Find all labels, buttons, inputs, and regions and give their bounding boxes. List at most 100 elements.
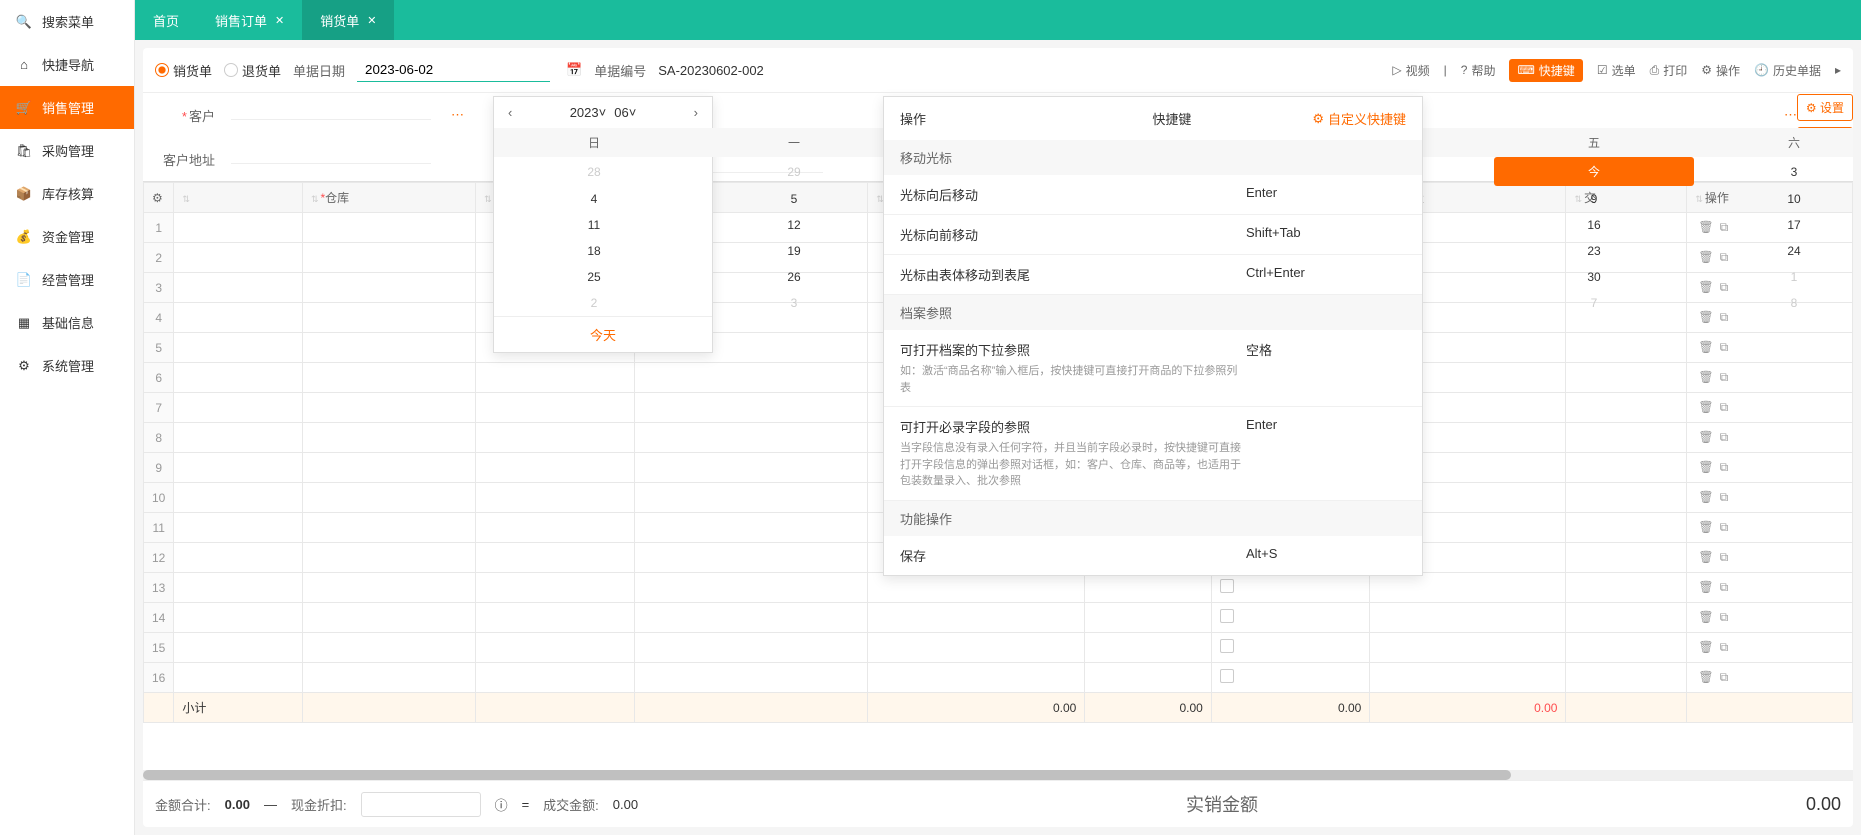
settings-button[interactable]: ⚙ 设置 (1797, 94, 1853, 121)
cell[interactable] (174, 513, 303, 543)
addr-input[interactable] (231, 155, 431, 164)
customer-more-icon[interactable]: ⋯ (447, 103, 468, 127)
delete-icon[interactable]: 🗑 (1698, 430, 1713, 444)
sidebar-item-gear[interactable]: ⚙系统管理 (0, 344, 134, 387)
more-icon[interactable]: ▸ (1835, 63, 1841, 77)
cal-day[interactable]: 10 (1694, 186, 1853, 212)
cell[interactable] (302, 333, 475, 363)
cal-day[interactable]: 30 (1494, 264, 1694, 290)
cell[interactable] (634, 603, 868, 633)
cal-day[interactable]: 11 (494, 212, 694, 238)
cell[interactable] (302, 633, 475, 663)
copy-icon[interactable]: ⧉ (1720, 340, 1729, 354)
help-button[interactable]: ? 帮助 (1461, 62, 1496, 79)
cell[interactable] (476, 633, 635, 663)
cell[interactable] (1566, 603, 1687, 633)
cell[interactable] (302, 363, 475, 393)
cal-day[interactable]: 29 (694, 157, 894, 186)
cell[interactable] (174, 273, 303, 303)
cell[interactable] (302, 483, 475, 513)
cell[interactable] (1566, 393, 1687, 423)
cell[interactable] (302, 273, 475, 303)
cell[interactable] (476, 363, 635, 393)
tab[interactable]: 销货单✕ (302, 0, 394, 40)
cal-day[interactable]: 16 (1494, 212, 1694, 238)
checkbox[interactable] (1220, 639, 1234, 653)
shortcut-button[interactable]: ⌨ 快捷键 (1509, 59, 1582, 82)
sidebar-item-money[interactable]: 💰资金管理 (0, 215, 134, 258)
cell[interactable] (1566, 333, 1687, 363)
gift-cell[interactable] (1211, 573, 1370, 603)
cell[interactable] (1566, 453, 1687, 483)
cal-day[interactable]: 5 (694, 186, 894, 212)
cal-year[interactable]: 2023˅ (570, 105, 607, 120)
cell[interactable] (1085, 663, 1212, 693)
delete-icon[interactable]: 🗑 (1698, 490, 1713, 504)
history-button[interactable]: 🕘 历史单据 (1754, 62, 1821, 79)
cell[interactable] (1085, 633, 1212, 663)
cell[interactable] (1085, 603, 1212, 633)
delete-icon[interactable]: 🗑 (1698, 610, 1713, 624)
cell[interactable] (302, 213, 475, 243)
cell[interactable] (302, 243, 475, 273)
cell[interactable] (1566, 543, 1687, 573)
delete-icon[interactable]: 🗑 (1698, 370, 1713, 384)
cell[interactable] (174, 633, 303, 663)
discount-input[interactable] (361, 792, 481, 817)
close-icon[interactable]: ✕ (275, 14, 284, 27)
cell[interactable] (634, 483, 868, 513)
cell[interactable] (174, 453, 303, 483)
copy-icon[interactable]: ⧉ (1720, 580, 1729, 594)
cell[interactable] (634, 543, 868, 573)
cell[interactable] (302, 573, 475, 603)
copy-icon[interactable]: ⧉ (1720, 640, 1729, 654)
cell[interactable] (174, 333, 303, 363)
cell[interactable] (476, 423, 635, 453)
copy-icon[interactable]: ⧉ (1720, 490, 1729, 504)
operate-button[interactable]: ⚙ 操作 (1701, 62, 1740, 79)
cal-day[interactable]: 3 (694, 290, 894, 316)
cell[interactable] (1370, 633, 1566, 663)
cell[interactable] (868, 663, 1085, 693)
cell[interactable] (476, 393, 635, 423)
copy-icon[interactable]: ⧉ (1720, 610, 1729, 624)
cell[interactable] (1370, 663, 1566, 693)
close-icon[interactable]: ✕ (367, 14, 376, 27)
cal-day[interactable]: 18 (494, 238, 694, 264)
delete-icon[interactable]: 🗑 (1698, 460, 1713, 474)
sidebar-item-bag[interactable]: 🛍采购管理 (0, 129, 134, 172)
cell[interactable] (476, 603, 635, 633)
cal-day[interactable]: 28 (494, 157, 694, 186)
cal-day[interactable]: 2 (494, 290, 694, 316)
cell[interactable] (476, 663, 635, 693)
cal-day[interactable]: 9 (1494, 186, 1694, 212)
customer-input[interactable] (231, 111, 431, 120)
sidebar-item-search[interactable]: 🔍搜索菜单 (0, 0, 134, 43)
table-row[interactable]: 14🗑⧉ (144, 603, 1853, 633)
cal-day[interactable]: 26 (694, 264, 894, 290)
cell[interactable] (1566, 633, 1687, 663)
cell[interactable] (174, 483, 303, 513)
cell[interactable] (1566, 363, 1687, 393)
cal-day[interactable]: 4 (494, 186, 694, 212)
print-button[interactable]: ⎙ 打印 (1650, 62, 1688, 79)
cell[interactable] (174, 543, 303, 573)
cal-day[interactable]: 1 (1694, 264, 1853, 290)
gift-cell[interactable] (1211, 633, 1370, 663)
cell[interactable] (1566, 663, 1687, 693)
cal-day[interactable]: 8 (1694, 290, 1853, 316)
cell[interactable] (1370, 603, 1566, 633)
cell[interactable] (302, 453, 475, 483)
cal-day[interactable]: 7 (1494, 290, 1694, 316)
cal-day[interactable]: 3 (1694, 157, 1853, 186)
cell[interactable] (1566, 513, 1687, 543)
cell[interactable] (634, 663, 868, 693)
date-input[interactable] (357, 58, 550, 82)
cell[interactable] (868, 603, 1085, 633)
tab[interactable]: 首页 (135, 0, 197, 40)
copy-icon[interactable]: ⧉ (1720, 370, 1729, 384)
delete-icon[interactable]: 🗑 (1698, 670, 1713, 684)
radio-sale[interactable]: 销货单 (155, 61, 212, 80)
cell[interactable] (634, 393, 868, 423)
cell[interactable] (1566, 573, 1687, 603)
